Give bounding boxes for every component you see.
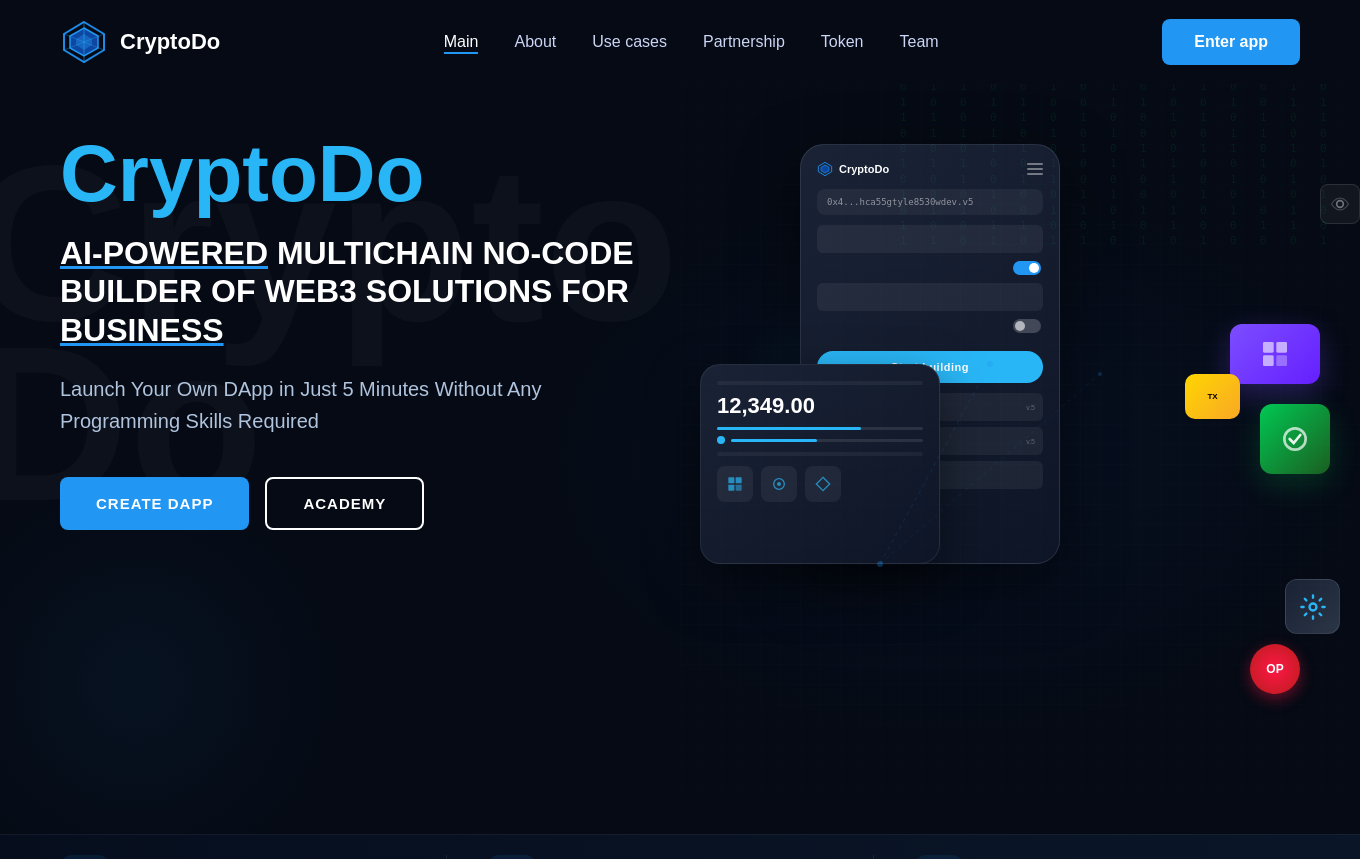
enter-app-button[interactable]: Enter app [1162, 19, 1300, 65]
logo-text: CryptoDo [120, 29, 220, 55]
svg-point-13 [777, 482, 781, 486]
mockup-container: 101100101011 010110100101 110010110100 0… [680, 84, 1360, 794]
nav-link-token[interactable]: Token [821, 33, 864, 50]
hero-description: Launch Your Own DApp in Just 5 Minutes W… [60, 373, 600, 437]
academy-button[interactable]: ACADEMY [265, 477, 424, 530]
diamond-icon [815, 476, 831, 492]
stat-icon-box-2 [487, 855, 537, 859]
stat-item-3: 50,037+ [874, 855, 1300, 859]
icon-box-3 [805, 466, 841, 502]
svg-marker-7 [821, 165, 829, 173]
nav-link-usecases[interactable]: Use cases [592, 33, 667, 50]
svg-marker-14 [816, 477, 829, 490]
circle-icon [771, 476, 787, 492]
logo-link[interactable]: CryptoDo [60, 18, 220, 66]
nav-link-partnership[interactable]: Partnership [703, 33, 785, 50]
matrix-background: 101100101011 010110100101 110010110100 0… [880, 84, 1360, 794]
nav-links: Main About Use cases Partnership Token T… [444, 33, 939, 51]
create-dapp-button[interactable]: CREATE DAPP [60, 477, 249, 530]
hero-section: Crypto Do CryptoDo AI-POWERED MULTICHAIN… [0, 84, 1360, 834]
hero-mockup: 101100101011 010110100101 110010110100 0… [680, 84, 1360, 794]
stat-icon-box-1 [60, 855, 110, 859]
hero-buttons: CREATE DAPP ACADEMY [60, 477, 740, 530]
balance-fill-2 [731, 439, 817, 442]
hero-content: CryptoDo AI-POWERED MULTICHAIN NO-CODE B… [60, 114, 740, 530]
nav-link-main[interactable]: Main [444, 33, 479, 54]
logo-icon [60, 18, 108, 66]
hero-title: CryptoDo [60, 134, 740, 214]
icon-box-2 [761, 466, 797, 502]
nav-link-team[interactable]: Team [900, 33, 939, 50]
phone-logo-icon [817, 161, 833, 177]
stat-icon-box-3 [914, 855, 964, 859]
navbar: CryptoDo Main About Use cases Partnershi… [0, 0, 1360, 84]
phone-logo: CryptoDo [817, 161, 889, 177]
subtitle-business: BUSINESS [60, 312, 224, 348]
hero-subtitle: AI-POWERED MULTICHAIN NO-CODE BUILDER OF… [60, 234, 740, 349]
nav-link-about[interactable]: About [514, 33, 556, 50]
stat-item-2: 4m+ [447, 855, 874, 859]
subtitle-ai: AI-POWERED [60, 235, 268, 271]
stats-bar: 300,000+ 4m+ 50,037+ [0, 834, 1360, 859]
stat-item-1: 300,000+ [60, 855, 447, 859]
